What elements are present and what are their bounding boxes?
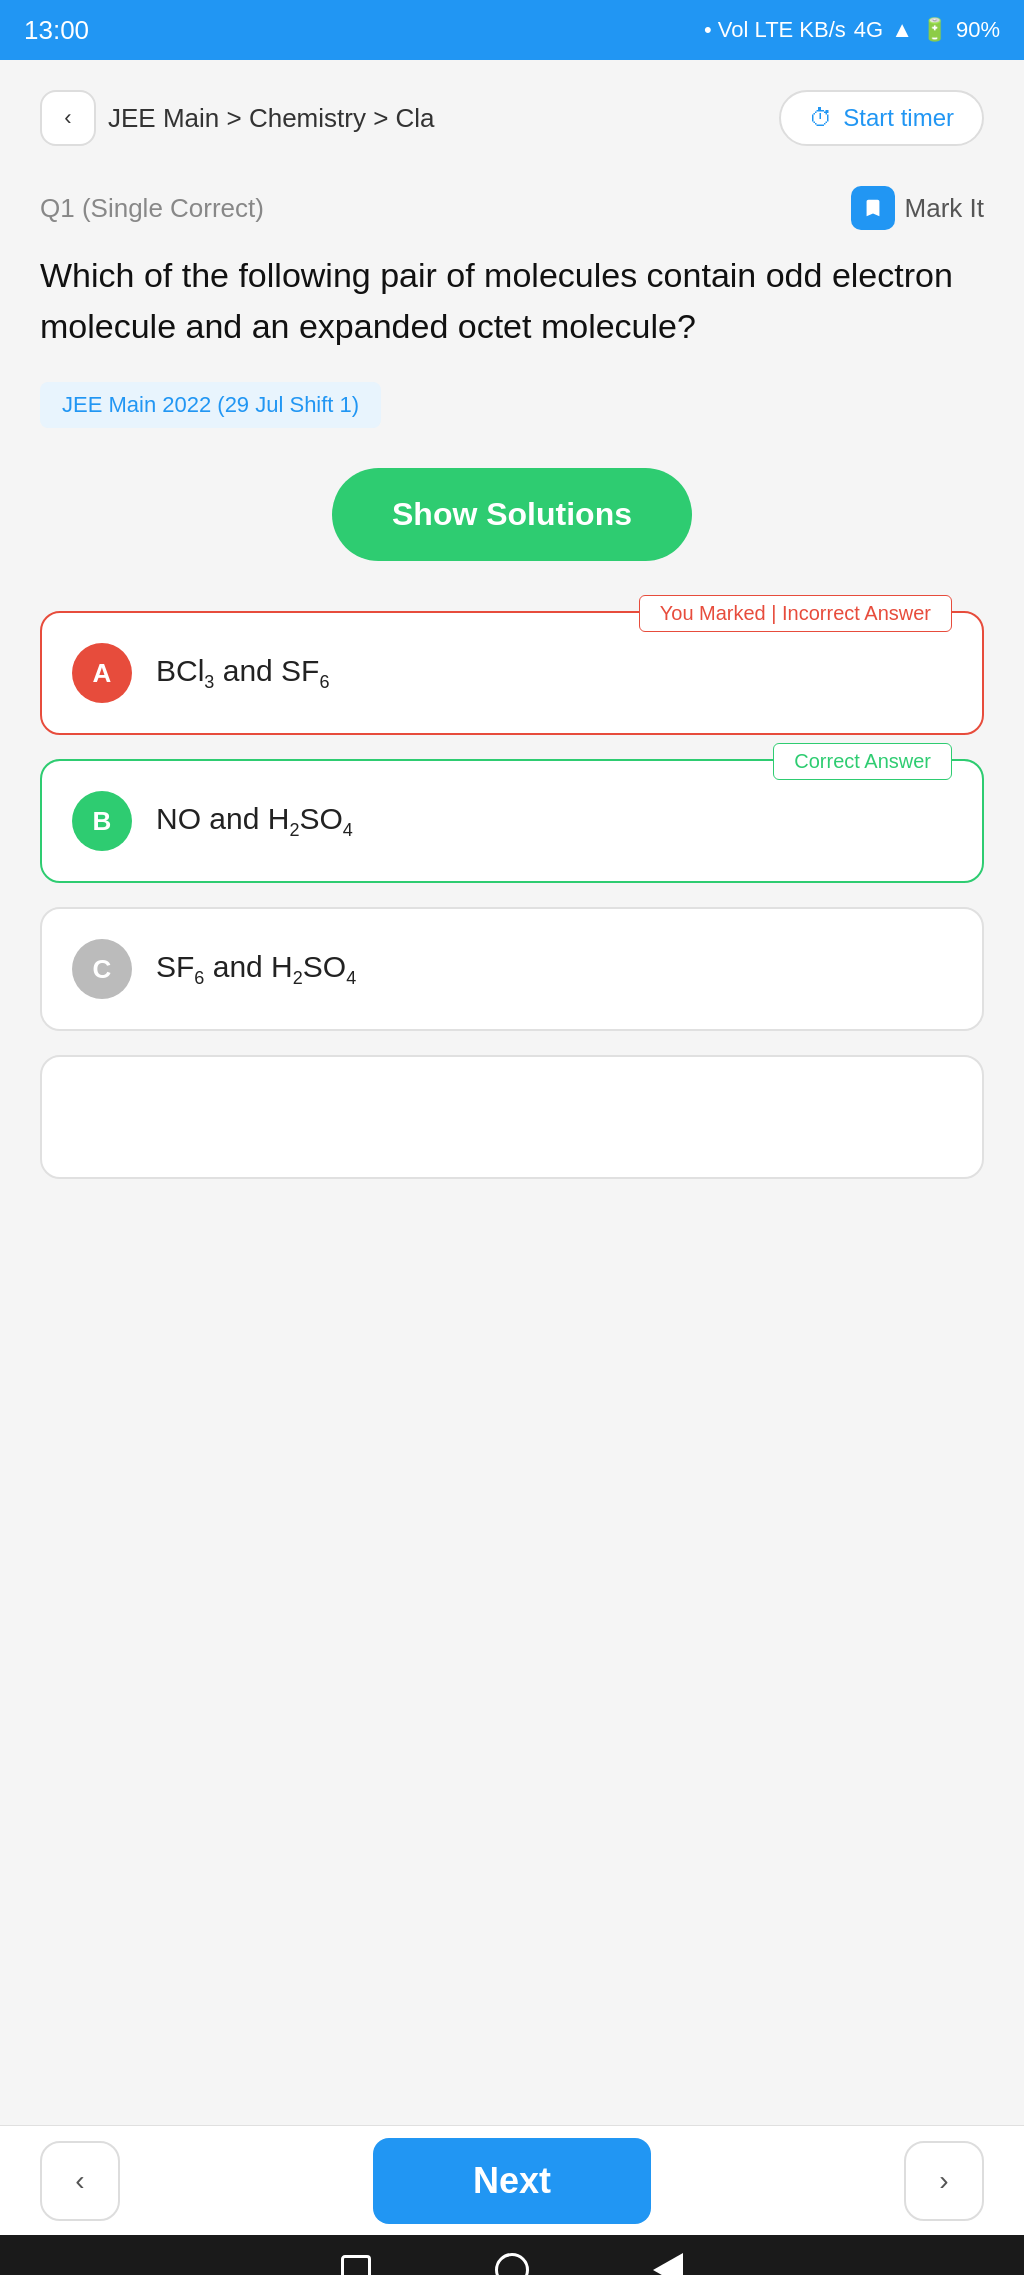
next-arrow-icon: › (939, 2165, 948, 2197)
signal-indicator: • Vol LTE KB/s (704, 17, 846, 43)
circle-icon (495, 2253, 529, 2275)
option-a-text: BCl3 and SF6 (156, 654, 329, 693)
back-button[interactable]: ‹ (40, 90, 96, 146)
option-b-card[interactable]: Correct Answer B NO and H2SO4 (40, 759, 984, 883)
system-nav (0, 2235, 1024, 2275)
next-button[interactable]: Next (373, 2138, 651, 2224)
bookmark-icon (851, 186, 895, 230)
options-container: You Marked | Incorrect Answer A BCl3 and… (40, 611, 984, 1179)
back-icon: ‹ (64, 105, 71, 131)
next-label: Next (473, 2160, 551, 2201)
system-back-button[interactable] (650, 2252, 686, 2275)
prev-icon: ‹ (75, 2165, 84, 2197)
show-solutions-button[interactable]: Show Solutions (332, 468, 692, 561)
timer-label: Start timer (843, 104, 954, 132)
next-arrow-button[interactable]: › (904, 2141, 984, 2221)
system-square-button[interactable] (338, 2252, 374, 2275)
start-timer-button[interactable]: ⏱ Start timer (779, 90, 984, 146)
option-d-card[interactable]: D (40, 1055, 984, 1179)
battery-level: 90% (956, 17, 1000, 43)
network-type: 4G (854, 17, 883, 43)
nav-left: ‹ JEE Main > Chemistry > Cla (40, 90, 435, 146)
option-b-text: NO and H2SO4 (156, 802, 353, 841)
status-right: • Vol LTE KB/s 4G ▲ 🔋 90% (704, 17, 1000, 43)
triangle-icon (653, 2253, 683, 2275)
question-text: Which of the following pair of molecules… (40, 250, 984, 352)
nav-bar: ‹ JEE Main > Chemistry > Cla ⏱ Start tim… (40, 90, 984, 146)
main-content: ‹ JEE Main > Chemistry > Cla ⏱ Start tim… (0, 60, 1024, 2125)
mark-it-button[interactable]: Mark It (851, 186, 984, 230)
signal-bars-icon: ▲ (891, 17, 913, 43)
battery-icon: 🔋 (921, 17, 948, 43)
show-solutions-label: Show Solutions (392, 496, 632, 532)
option-c-letter: C (72, 939, 132, 999)
option-a-letter: A (72, 643, 132, 703)
option-b-letter: B (72, 791, 132, 851)
mark-it-label: Mark It (905, 193, 984, 224)
question-tag: JEE Main 2022 (29 Jul Shift 1) (40, 382, 381, 428)
correct-badge: Correct Answer (773, 743, 952, 780)
square-icon (341, 2255, 371, 2275)
incorrect-badge: You Marked | Incorrect Answer (639, 595, 952, 632)
option-a-card[interactable]: You Marked | Incorrect Answer A BCl3 and… (40, 611, 984, 735)
system-home-button[interactable] (494, 2252, 530, 2275)
question-header: Q1 (Single Correct) Mark It (40, 186, 984, 230)
status-bar: 13:00 • Vol LTE KB/s 4G ▲ 🔋 90% (0, 0, 1024, 60)
option-c-text: SF6 and H2SO4 (156, 950, 356, 989)
bottom-nav: ‹ Next › (0, 2125, 1024, 2235)
option-c-card[interactable]: C SF6 and H2SO4 (40, 907, 984, 1031)
breadcrumb: JEE Main > Chemistry > Cla (108, 103, 435, 134)
prev-button[interactable]: ‹ (40, 2141, 120, 2221)
timer-icon: ⏱ (809, 104, 833, 132)
question-label: Q1 (Single Correct) (40, 193, 264, 224)
status-time: 13:00 (24, 15, 89, 46)
